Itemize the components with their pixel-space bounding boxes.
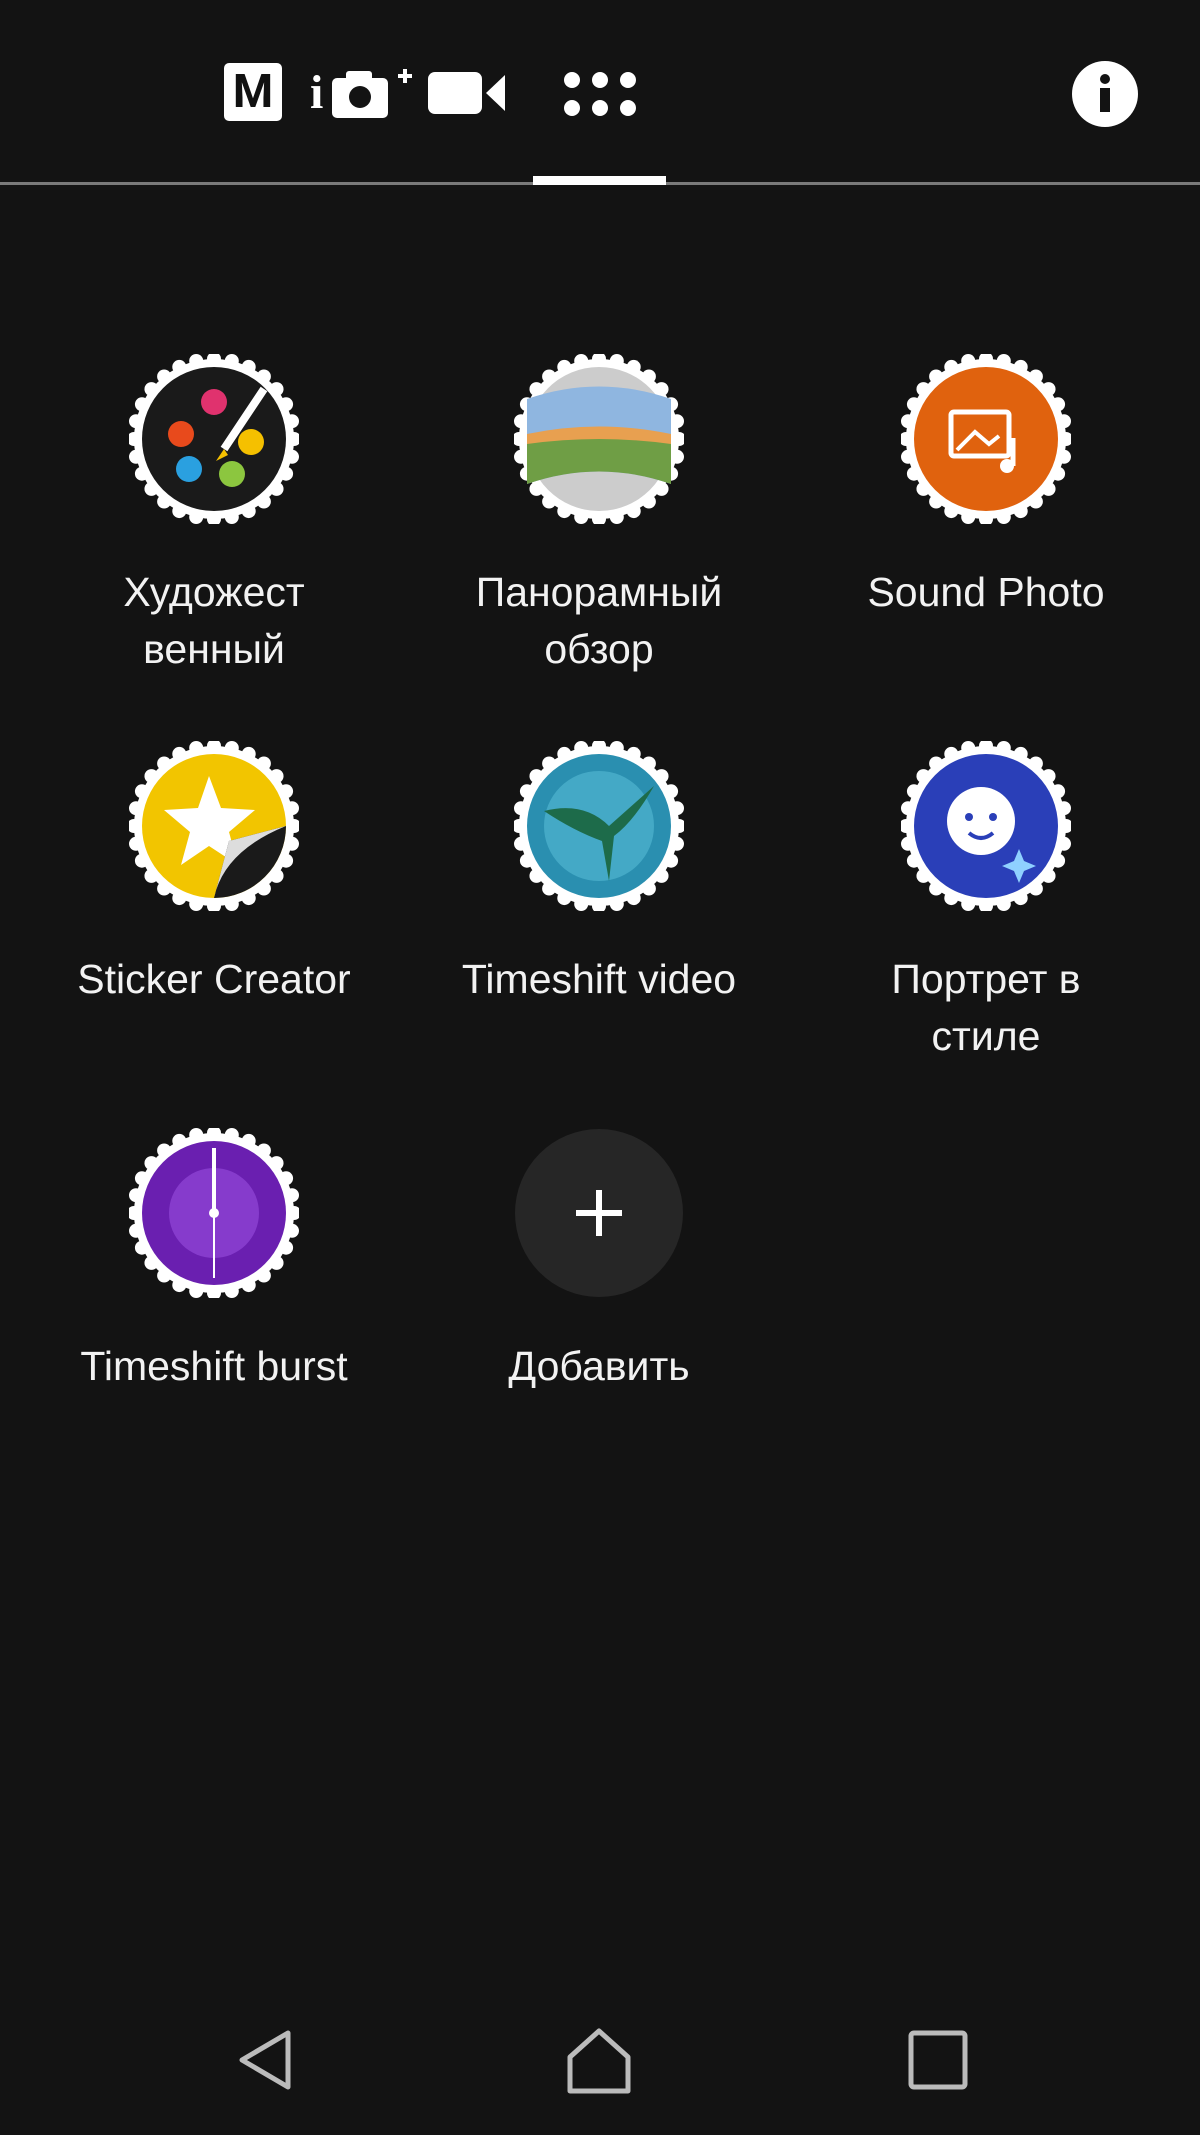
app-label-line: Панорамный [475,569,723,615]
app-label-line: стиле [931,1013,1041,1059]
app-label-line: Sticker Creator [77,956,351,1002]
sound-photo-icon [901,354,1071,524]
palette-brush-icon [129,354,299,524]
app-label: Timeshift video [409,951,789,1008]
app-label-line: Timeshift burst [80,1343,348,1389]
app-label-line: Timeshift video [461,956,737,1002]
camera-plus-icon [332,69,412,118]
app-label-line: Портрет в [891,956,1081,1002]
app-label-line: Добавить [508,1343,690,1389]
home-button[interactable] [564,2025,634,2095]
app-label-line: венный [143,626,285,672]
app-label: Портрет в стиле [796,951,1176,1065]
plus-icon [515,1129,683,1297]
app-label-line: Художест [123,569,305,615]
recents-button[interactable] [903,2025,973,2095]
mode-video-button[interactable] [428,72,506,114]
sticker-star-icon [129,741,299,911]
app-label: Sound Photo [796,564,1176,621]
mode-apps-grid-button[interactable] [563,70,637,118]
app-label: Художест венный [24,564,404,678]
info-icon[interactable] [1072,61,1138,127]
back-button[interactable] [232,2025,302,2095]
app-label: Добавить [409,1338,789,1395]
hummingbird-icon [514,741,684,911]
panorama-icon [514,354,684,524]
app-label: Панорамный обзор [409,564,789,678]
app-label-line: Sound Photo [867,569,1105,615]
app-label: Timeshift burst [24,1338,404,1395]
timeshift-burst-clock-icon [129,1128,299,1298]
superior-auto-label: i [310,66,324,119]
mode-manual-button[interactable]: M [224,63,282,121]
app-label: Sticker Creator [24,951,404,1008]
app-label-line: обзор [544,626,654,672]
selected-tab-indicator [533,176,666,185]
mode-superior-auto-button[interactable]: i [310,66,416,122]
style-portrait-face-icon [901,741,1071,911]
